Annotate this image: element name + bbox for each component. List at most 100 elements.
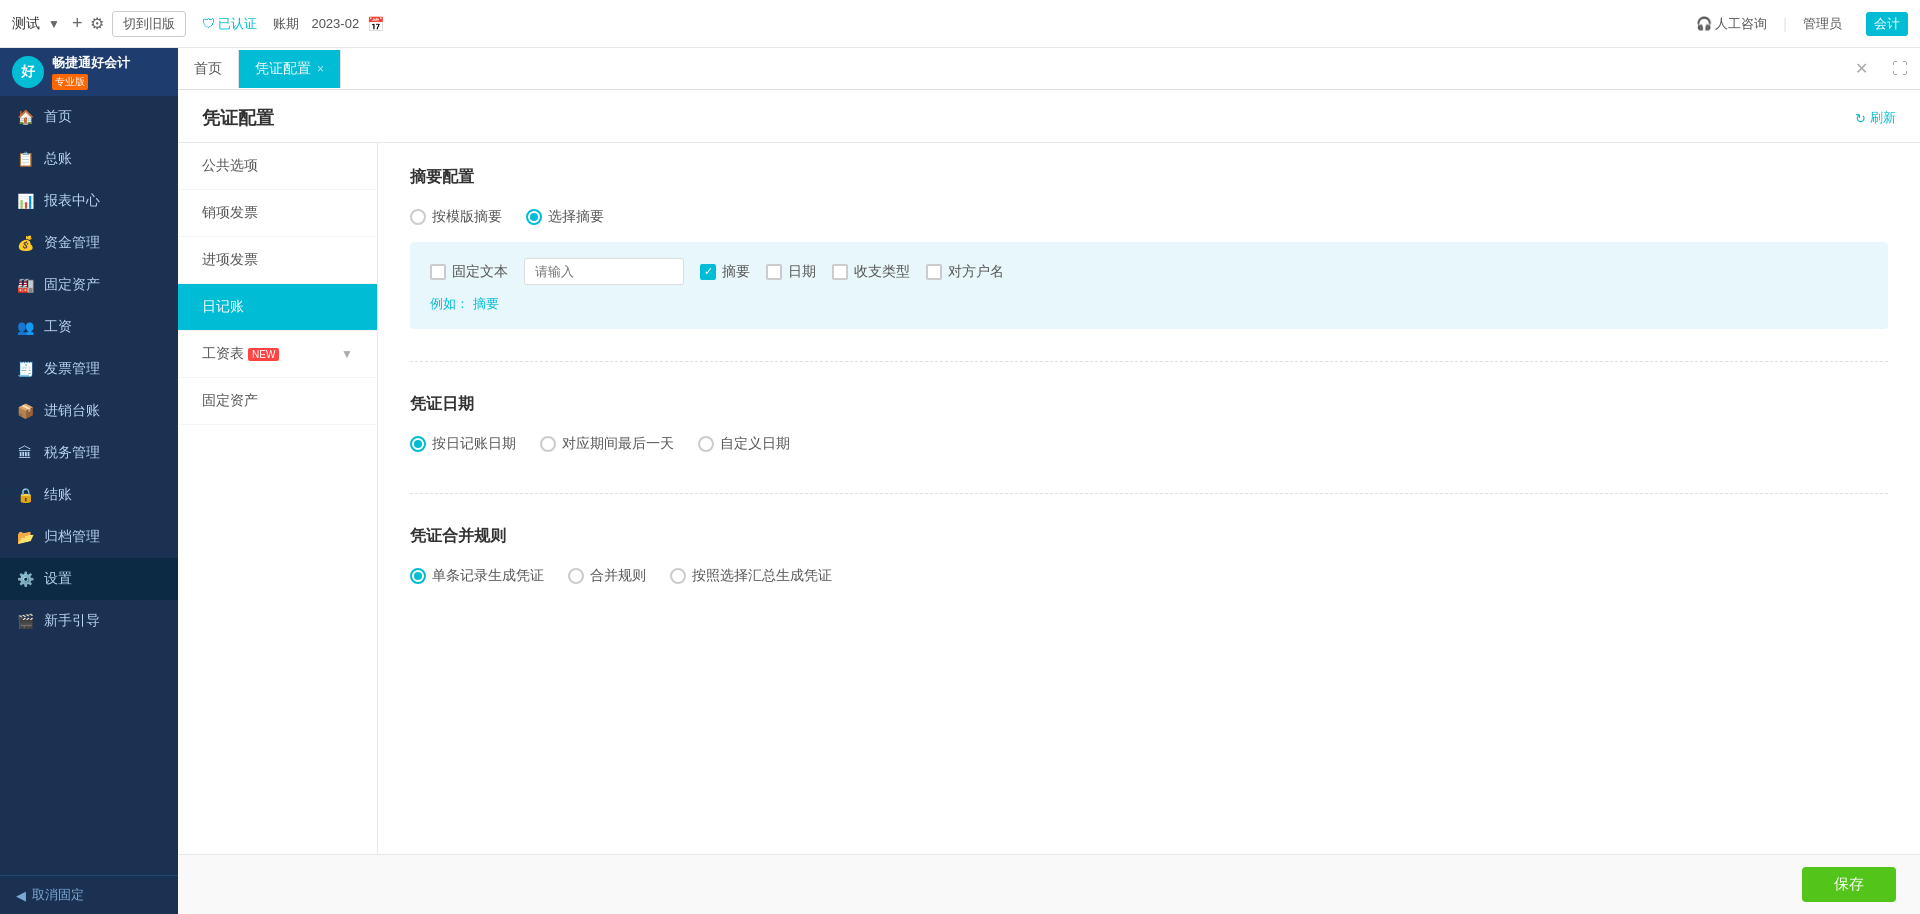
sidebar-item-guide[interactable]: 🎬 新手引导 [0, 600, 178, 642]
radio-select[interactable]: 选择摘要 [526, 208, 604, 226]
sidebar-item-purchase-sale[interactable]: 📦 进销台账 [0, 390, 178, 432]
close-period-icon: 🔒 [16, 486, 34, 504]
checkbox-fixed-text[interactable]: 固定文本 [430, 263, 508, 281]
voucher-date-section: 凭证日期 按日记账日期 对应期间最后一天 自定义日期 [410, 394, 1888, 494]
ledger-icon: 📋 [16, 150, 34, 168]
topbar-add-icon[interactable]: + [72, 13, 83, 34]
content-area: 首页 凭证配置 × ✕ ⛶ 凭证配置 ↻ 刷新 公共选项 [178, 48, 1920, 914]
home-icon: 🏠 [16, 108, 34, 126]
purchase-sale-icon: 📦 [16, 402, 34, 420]
radio-summary-generate[interactable]: 按照选择汇总生成凭证 [670, 567, 832, 585]
journal-date-circle [410, 436, 426, 452]
sidebar-item-reports[interactable]: 📊 报表中心 [0, 180, 178, 222]
checkbox-summary[interactable]: 摘要 [700, 263, 750, 281]
logo-badge: 专业版 [52, 74, 88, 90]
accountant-label[interactable]: 会计 [1866, 12, 1908, 36]
save-button[interactable]: 保存 [1802, 867, 1896, 902]
tab-home[interactable]: 首页 [178, 50, 239, 88]
sidebar-item-fixed-assets[interactable]: 🏭 固定资产 [0, 264, 178, 306]
summary-config-section: 摘要配置 按模版摘要 选择摘要 [410, 167, 1888, 362]
radio-select-circle [526, 209, 542, 225]
consult-button[interactable]: 🎧 人工咨询 [1696, 15, 1767, 33]
reports-icon: 📊 [16, 192, 34, 210]
nav-item-purchase[interactable]: 进项发票 [178, 237, 377, 284]
sidebar-collapse-button[interactable]: ◀ 取消固定 [0, 875, 178, 914]
nav-item-public[interactable]: 公共选项 [178, 143, 377, 190]
example-text: 例如： 摘要 [430, 295, 1868, 313]
invoice-icon: 🧾 [16, 360, 34, 378]
inner-layout: 公共选项 销项发票 进项发票 日记账 工资表 NEW ▼ 固定资产 [178, 143, 1920, 854]
radio-template[interactable]: 按模版摘要 [410, 208, 502, 226]
summary-radio-group: 按模版摘要 选择摘要 [410, 208, 1888, 226]
tabs-close-button[interactable]: ✕ [1843, 51, 1880, 86]
fixed-text-checkbox [430, 264, 446, 280]
radio-last-day[interactable]: 对应期间最后一天 [540, 435, 674, 453]
sidebar-item-funds[interactable]: 💰 资金管理 [0, 222, 178, 264]
sidebar-item-archive[interactable]: 📂 归档管理 [0, 516, 178, 558]
fixed-text-input[interactable] [524, 258, 684, 285]
period-value: 2023-02 [311, 16, 359, 31]
nav-arrow-icon: ▼ [341, 347, 353, 361]
voucher-date-title: 凭证日期 [410, 394, 1888, 415]
shield-icon: 🛡 [202, 16, 215, 31]
refresh-button[interactable]: ↻ 刷新 [1855, 109, 1896, 127]
sidebar-item-ledger[interactable]: 📋 总账 [0, 138, 178, 180]
summary-generate-circle [670, 568, 686, 584]
nav-item-journal[interactable]: 日记账 [178, 284, 377, 331]
sidebar-item-settings[interactable]: ⚙️ 设置 [0, 558, 178, 600]
radio-journal-date[interactable]: 按日记账日期 [410, 435, 516, 453]
payment-type-checkbox [832, 264, 848, 280]
sidebar: 好 畅捷通好会计 专业版 🏠 首页 📋 总账 📊 报表中心 💰 资金管理 [0, 48, 178, 914]
topbar-settings-icon[interactable]: ⚙ [90, 14, 104, 33]
guide-icon: 🎬 [16, 612, 34, 630]
certified-badge: 🛡 已认证 [202, 15, 257, 33]
tab-close-icon[interactable]: × [317, 62, 324, 76]
radio-merge-rules[interactable]: 合并规则 [568, 567, 646, 585]
custom-date-circle [698, 436, 714, 452]
right-content: 摘要配置 按模版摘要 选择摘要 [378, 143, 1920, 854]
summary-checkbox [700, 264, 716, 280]
radio-template-circle [410, 209, 426, 225]
period-label: 账期 [273, 15, 299, 33]
topbar-dropdown-icon[interactable]: ▼ [48, 17, 60, 31]
radio-custom-date[interactable]: 自定义日期 [698, 435, 790, 453]
checkbox-date[interactable]: 日期 [766, 263, 816, 281]
tabs-bar: 首页 凭证配置 × ✕ ⛶ [178, 48, 1920, 90]
summary-options-row: 固定文本 摘要 日期 [430, 258, 1868, 285]
radio-single-record[interactable]: 单条记录生成凭证 [410, 567, 544, 585]
new-badge: NEW [248, 348, 279, 361]
tab-voucher-config[interactable]: 凭证配置 × [239, 50, 341, 88]
tabs-expand-button[interactable]: ⛶ [1880, 52, 1920, 86]
page-title: 凭证配置 [202, 106, 274, 130]
sidebar-item-close[interactable]: 🔒 结账 [0, 474, 178, 516]
nav-item-sales[interactable]: 销项发票 [178, 190, 377, 237]
manager-label: 管理员 [1803, 15, 1842, 33]
sidebar-nav: 🏠 首页 📋 总账 📊 报表中心 💰 资金管理 🏭 固定资产 👥 工资 [0, 96, 178, 875]
settings-icon: ⚙️ [16, 570, 34, 588]
single-record-circle [410, 568, 426, 584]
refresh-icon: ↻ [1855, 111, 1866, 126]
checkbox-counterparty[interactable]: 对方户名 [926, 263, 1004, 281]
sidebar-item-payroll[interactable]: 👥 工资 [0, 306, 178, 348]
fixed-assets-icon: 🏭 [16, 276, 34, 294]
calendar-icon[interactable]: 📅 [367, 16, 384, 32]
archive-icon: 📂 [16, 528, 34, 546]
merge-rules-section: 凭证合并规则 单条记录生成凭证 合并规则 按照选择汇总生成凭证 [410, 526, 1888, 625]
sidebar-item-home[interactable]: 🏠 首页 [0, 96, 178, 138]
tax-icon: 🏛 [16, 444, 34, 462]
voucher-date-radio-group: 按日记账日期 对应期间最后一天 自定义日期 [410, 435, 1888, 453]
merge-rules-circle [568, 568, 584, 584]
checkbox-payment-type[interactable]: 收支类型 [832, 263, 910, 281]
nav-item-salary-table[interactable]: 工资表 NEW ▼ [178, 331, 377, 378]
switch-version-button[interactable]: 切到旧版 [112, 11, 186, 37]
summary-config-box: 固定文本 摘要 日期 [410, 242, 1888, 329]
date-checkbox [766, 264, 782, 280]
sidebar-item-invoice[interactable]: 🧾 发票管理 [0, 348, 178, 390]
nav-item-fixed-assets-config[interactable]: 固定资产 [178, 378, 377, 425]
merge-rules-radio-group: 单条记录生成凭证 合并规则 按照选择汇总生成凭证 [410, 567, 1888, 585]
collapse-icon: ◀ [16, 888, 26, 903]
counterparty-checkbox [926, 264, 942, 280]
merge-rules-title: 凭证合并规则 [410, 526, 1888, 547]
sidebar-item-tax[interactable]: 🏛 税务管理 [0, 432, 178, 474]
funds-icon: 💰 [16, 234, 34, 252]
